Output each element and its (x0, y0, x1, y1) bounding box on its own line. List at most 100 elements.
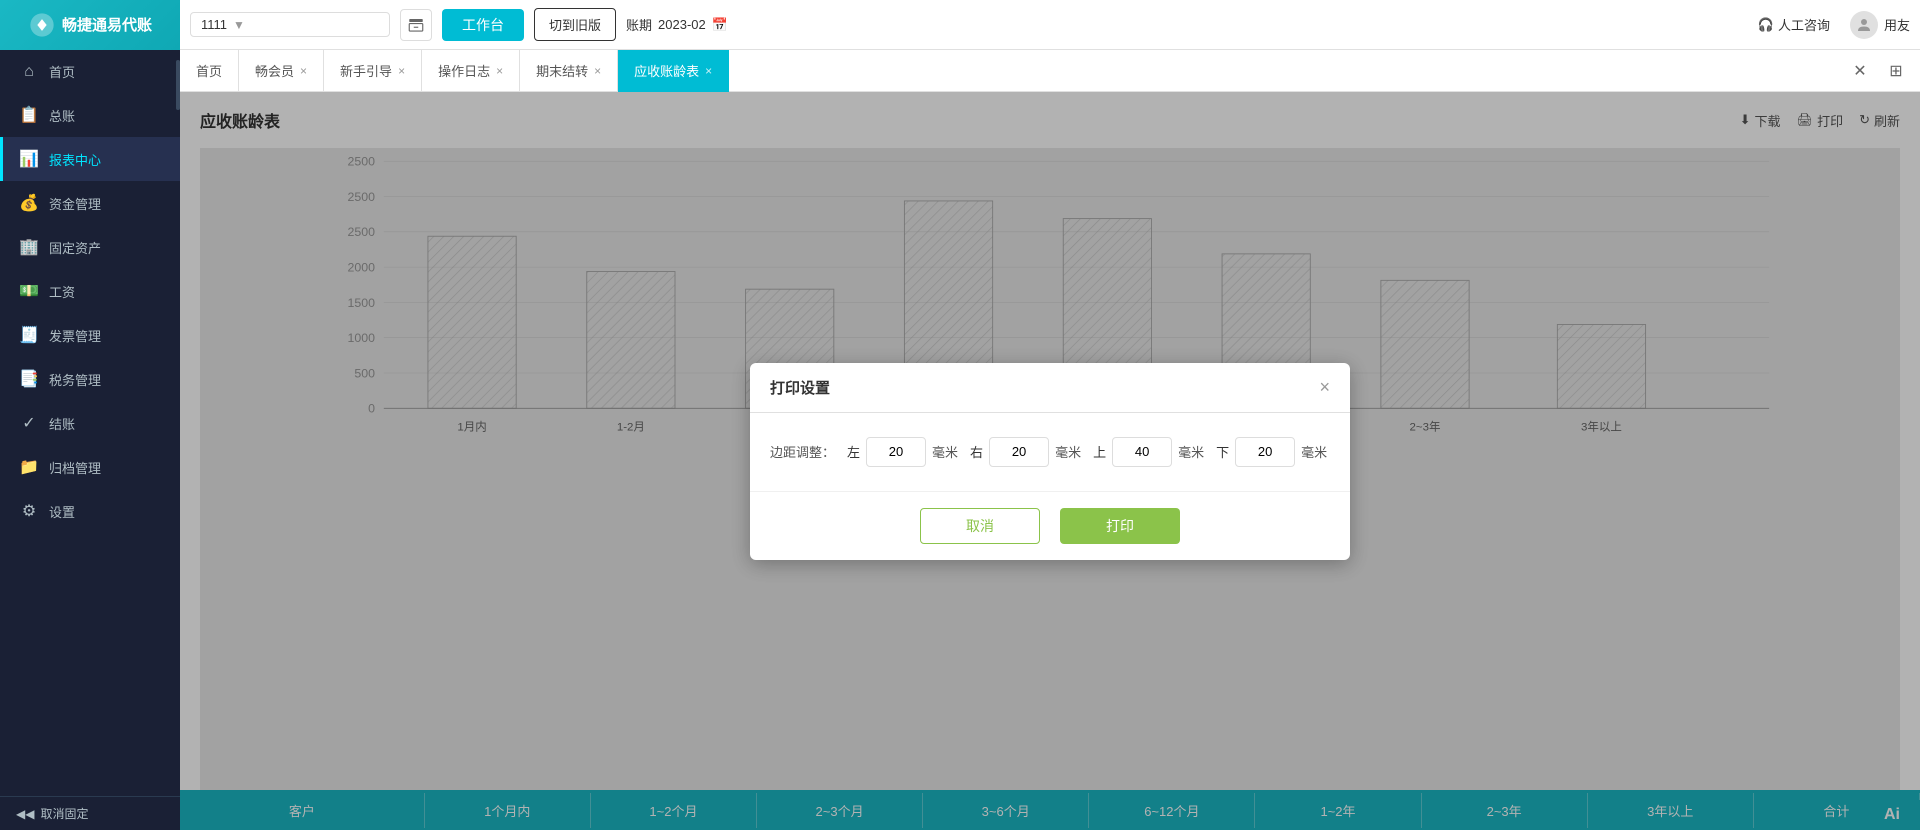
tab-home[interactable]: 首页 (180, 50, 239, 92)
sidebar-item-label: 设置 (49, 502, 75, 521)
bottom-direction-label: 下 (1216, 442, 1229, 461)
sidebar-item-label: 资金管理 (49, 194, 101, 213)
tab-log-label: 操作日志 (438, 61, 490, 80)
sidebar-item-label: 报表中心 (49, 150, 101, 169)
sidebar-item-assets[interactable]: 🏢 固定资产 (0, 225, 180, 269)
sidebar-item-label: 固定资产 (49, 238, 101, 257)
tab-aging[interactable]: 应收账龄表 × (618, 50, 729, 92)
top-margin-group: 上 毫米 (1093, 437, 1204, 467)
content-area: 首页 畅会员 × 新手引导 × 操作日志 × 期末结转 × 应收账龄表 × (180, 50, 1920, 830)
sidebar-item-salary[interactable]: 💵 工资 (0, 269, 180, 313)
tab-close-label: 期末结转 (536, 61, 588, 80)
left-margin-input[interactable] (866, 437, 926, 467)
tab-log-close[interactable]: × (496, 64, 503, 78)
collapse-button[interactable]: ◀◀ 取消固定 (0, 796, 180, 830)
cancel-button[interactable]: 取消 (920, 508, 1040, 544)
sidebar-item-label: 发票管理 (49, 326, 101, 345)
bottom-margin-input[interactable] (1235, 437, 1295, 467)
modal-footer: 取消 打印 (750, 491, 1350, 560)
invoice-icon: 🧾 (19, 325, 39, 345)
bottom-margin-group: 下 毫米 (1216, 437, 1327, 467)
home-icon: ⌂ (19, 63, 39, 81)
sidebar-item-invoice[interactable]: 🧾 发票管理 (0, 313, 180, 357)
tab-aging-label: 应收账龄表 (634, 61, 699, 80)
tab-close-period-close[interactable]: × (594, 64, 601, 78)
avatar (1850, 11, 1878, 39)
sidebar: ⌂ 首页 📋 总账 📊 报表中心 💰 资金管理 🏢 固定资产 💵 工资 🧾 发票… (0, 50, 180, 830)
sidebar-item-label: 税务管理 (49, 370, 101, 389)
tab-close-period[interactable]: 期末结转 × (520, 50, 618, 92)
workbench-button[interactable]: 工作台 (442, 9, 524, 41)
maximize-tab-button[interactable]: ⊞ (1882, 57, 1910, 85)
tab-log[interactable]: 操作日志 × (422, 50, 520, 92)
tax-icon: 📑 (19, 369, 39, 389)
tab-aging-close[interactable]: × (705, 64, 712, 78)
sidebar-item-label: 首页 (49, 62, 75, 81)
sidebar-item-reports[interactable]: 📊 报表中心 (0, 137, 180, 181)
logo: 畅捷通易代账 (0, 0, 180, 50)
top-margin-input[interactable] (1112, 437, 1172, 467)
right-margin-unit: 毫米 (1055, 442, 1081, 461)
left-direction-label: 左 (847, 442, 860, 461)
modal-close-button[interactable]: × (1319, 377, 1330, 398)
user-icon (1855, 16, 1873, 34)
right-margin-input[interactable] (989, 437, 1049, 467)
sidebar-item-checkout[interactable]: ✓ 结账 (0, 401, 180, 445)
print-confirm-button[interactable]: 打印 (1060, 508, 1180, 544)
sidebar-item-tax[interactable]: 📑 税务管理 (0, 357, 180, 401)
assets-icon: 🏢 (19, 237, 39, 257)
sidebar-item-ledger[interactable]: 📋 总账 (0, 93, 180, 137)
username: 用友 (1884, 15, 1910, 34)
top-header: 畅捷通易代账 1111 ▼ 工作台 切到旧版 账期 2023-02 📅 🎧 人工… (0, 0, 1920, 50)
tabs-bar: 首页 畅会员 × 新手引导 × 操作日志 × 期末结转 × 应收账龄表 × (180, 50, 1920, 92)
page-content: 应收账龄表 ⬇ 下载 🖨 打印 ↻ 刷新 (180, 92, 1920, 830)
settings-icon: ⚙ (19, 501, 39, 521)
logo-icon (28, 11, 56, 39)
sidebar-item-funds[interactable]: 💰 资金管理 (0, 181, 180, 225)
close-all-tab-button[interactable]: ✕ (1846, 57, 1874, 85)
reports-icon: 📊 (19, 149, 39, 169)
sidebar-item-archive[interactable]: 📁 归档管理 (0, 445, 180, 489)
headset-icon: 🎧 (1758, 17, 1774, 33)
modal-body: 边距调整： 左 毫米 右 毫米 (750, 413, 1350, 491)
dropdown-arrow-icon: ▼ (233, 18, 245, 32)
left-margin-unit: 毫米 (932, 442, 958, 461)
tab-member[interactable]: 畅会员 × (239, 50, 324, 92)
old-version-button[interactable]: 切到旧版 (534, 8, 616, 41)
page-inner: 应收账龄表 ⬇ 下载 🖨 打印 ↻ 刷新 (180, 92, 1920, 830)
collapse-icon: ◀◀ (16, 807, 34, 821)
tab-guide-close[interactable]: × (398, 64, 405, 78)
main-layout: ⌂ 首页 📋 总账 📊 报表中心 💰 资金管理 🏢 固定资产 💵 工资 🧾 发票… (0, 50, 1920, 830)
tabs-right: ✕ ⊞ (1836, 57, 1920, 85)
company-selector[interactable]: 1111 ▼ (190, 12, 390, 37)
archive-icon-btn[interactable] (400, 9, 432, 41)
modal-header: 打印设置 × (750, 363, 1350, 413)
collapse-label: 取消固定 (40, 805, 88, 822)
sidebar-item-home[interactable]: ⌂ 首页 (0, 50, 180, 93)
modal-title: 打印设置 (770, 377, 830, 398)
archive-nav-icon: 📁 (19, 457, 39, 477)
right-margin-group: 右 毫米 (970, 437, 1081, 467)
period-area: 账期 2023-02 📅 (626, 15, 728, 34)
tab-member-label: 畅会员 (255, 61, 294, 80)
margin-adjust-label: 边距调整： (770, 442, 835, 461)
calendar-icon[interactable]: 📅 (712, 17, 728, 33)
archive-icon (407, 16, 425, 34)
company-name: 1111 (201, 17, 227, 32)
consult-button[interactable]: 🎧 人工咨询 (1758, 15, 1830, 34)
period-label: 账期 (626, 15, 652, 34)
tab-home-label: 首页 (196, 61, 222, 80)
bottom-margin-unit: 毫米 (1301, 442, 1327, 461)
user-area[interactable]: 用友 (1850, 11, 1910, 39)
right-direction-label: 右 (970, 442, 983, 461)
sidebar-item-settings[interactable]: ⚙ 设置 (0, 489, 180, 533)
tab-guide[interactable]: 新手引导 × (324, 50, 422, 92)
sidebar-item-label: 总账 (49, 106, 75, 125)
ledger-icon: 📋 (19, 105, 39, 125)
left-margin-group: 左 毫米 (847, 437, 958, 467)
salary-icon: 💵 (19, 281, 39, 301)
sidebar-item-label: 归档管理 (49, 458, 101, 477)
funds-icon: 💰 (19, 193, 39, 213)
header-right: 🎧 人工咨询 用友 (1758, 11, 1910, 39)
tab-member-close[interactable]: × (300, 64, 307, 78)
